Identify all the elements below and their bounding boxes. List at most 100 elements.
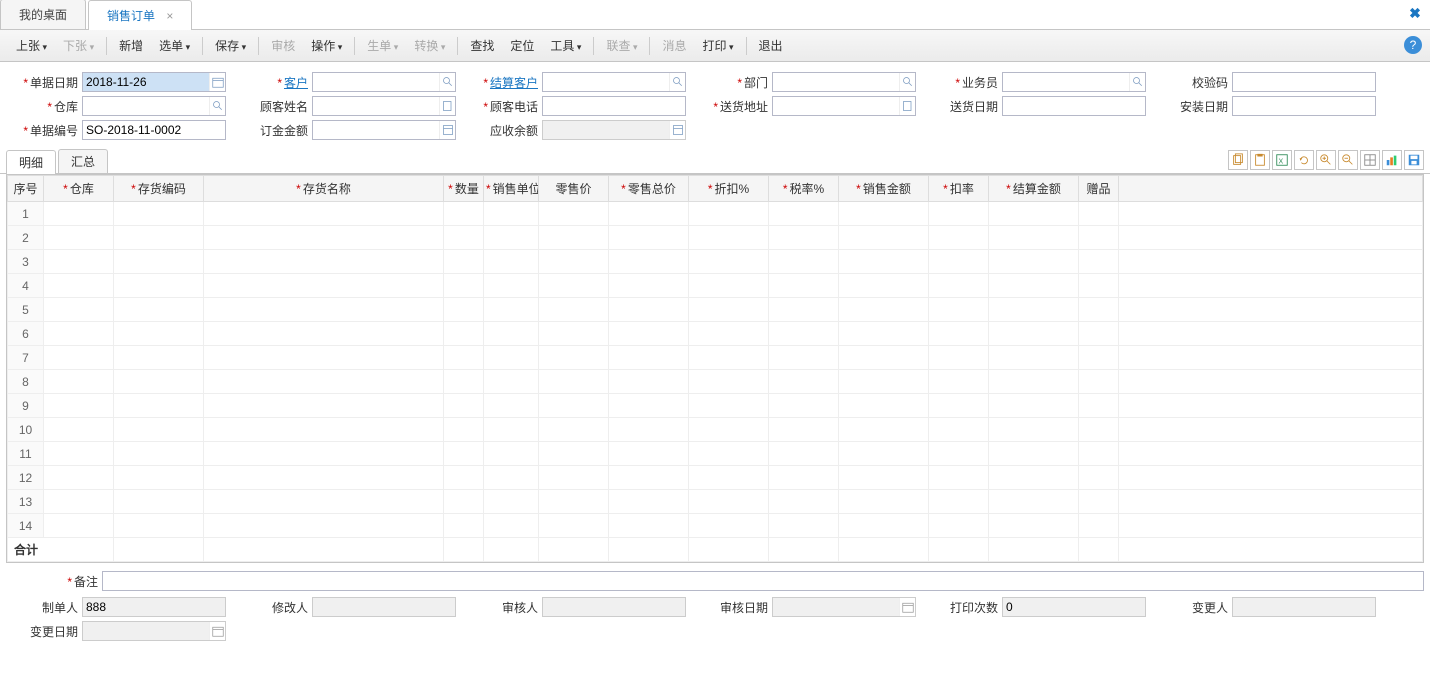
calendar-icon[interactable] (899, 598, 915, 616)
cell[interactable] (689, 514, 769, 538)
col-unit[interactable]: *销售单位 (484, 176, 539, 202)
table-row[interactable]: 13 (8, 490, 1423, 514)
cell[interactable] (1079, 322, 1119, 346)
table-row[interactable]: 14 (8, 514, 1423, 538)
cell[interactable] (609, 466, 689, 490)
cell[interactable] (539, 346, 609, 370)
cell[interactable] (204, 322, 444, 346)
cell[interactable] (609, 322, 689, 346)
cell[interactable] (484, 514, 539, 538)
cell[interactable] (989, 250, 1079, 274)
cell[interactable] (929, 298, 989, 322)
tb-save[interactable]: 保存 (207, 33, 254, 58)
cell[interactable] (44, 370, 114, 394)
cell[interactable] (114, 226, 204, 250)
cell[interactable] (114, 298, 204, 322)
input-cust-phone[interactable] (542, 96, 686, 116)
cell[interactable] (609, 346, 689, 370)
col-qty[interactable]: *数量 (444, 176, 484, 202)
cell[interactable] (769, 298, 839, 322)
cell[interactable] (989, 466, 1079, 490)
cell[interactable] (114, 466, 204, 490)
tb-print[interactable]: 打印 (695, 33, 742, 58)
cell[interactable] (769, 514, 839, 538)
cell[interactable] (769, 250, 839, 274)
cell[interactable] (689, 202, 769, 226)
cell[interactable] (989, 490, 1079, 514)
col-inv-name[interactable]: *存货名称 (204, 176, 444, 202)
tab-desktop[interactable]: 我的桌面 (0, 0, 86, 29)
cell[interactable] (114, 322, 204, 346)
cell[interactable] (114, 202, 204, 226)
input-warehouse[interactable] (82, 96, 226, 116)
search-icon[interactable] (669, 73, 685, 91)
tab-sales-order[interactable]: 销售订单 × (88, 0, 192, 30)
cell[interactable] (1079, 226, 1119, 250)
input-ship-date[interactable] (1002, 96, 1146, 116)
cell[interactable] (929, 226, 989, 250)
cell[interactable] (1119, 298, 1423, 322)
cell[interactable] (1079, 490, 1119, 514)
cell[interactable] (539, 202, 609, 226)
cell[interactable] (839, 370, 929, 394)
cell[interactable] (44, 490, 114, 514)
table-row[interactable]: 2 (8, 226, 1423, 250)
help-icon[interactable]: ? (1404, 36, 1422, 54)
cell[interactable] (1079, 442, 1119, 466)
cell[interactable] (689, 274, 769, 298)
cell[interactable] (1079, 418, 1119, 442)
cell[interactable] (44, 274, 114, 298)
col-deduct[interactable]: *扣率 (929, 176, 989, 202)
cell[interactable] (769, 346, 839, 370)
cell[interactable] (44, 466, 114, 490)
input-check-code[interactable] (1232, 72, 1376, 92)
col-gift[interactable]: 赠品 (1079, 176, 1119, 202)
cell[interactable] (444, 442, 484, 466)
cell[interactable] (929, 346, 989, 370)
cell[interactable] (839, 274, 929, 298)
cell[interactable] (1079, 250, 1119, 274)
cell[interactable] (444, 322, 484, 346)
col-seq[interactable]: 序号 (8, 176, 44, 202)
col-discount-pct[interactable]: *折扣% (689, 176, 769, 202)
cell[interactable] (769, 418, 839, 442)
cell[interactable] (1119, 442, 1423, 466)
cell[interactable] (839, 394, 929, 418)
tb-add[interactable]: 新增 (111, 33, 151, 58)
search-icon[interactable] (899, 73, 915, 91)
cell[interactable] (989, 298, 1079, 322)
cell[interactable] (204, 298, 444, 322)
input-deposit[interactable] (312, 120, 456, 140)
cell[interactable] (44, 418, 114, 442)
cell[interactable] (929, 490, 989, 514)
cell[interactable] (1119, 226, 1423, 250)
cell[interactable] (609, 490, 689, 514)
tb-operate[interactable]: 操作 (303, 33, 350, 58)
cell[interactable] (689, 298, 769, 322)
table-row[interactable]: 5 (8, 298, 1423, 322)
calendar-icon[interactable] (209, 73, 225, 91)
cell[interactable] (44, 322, 114, 346)
cell[interactable] (689, 490, 769, 514)
cell[interactable] (609, 202, 689, 226)
cell[interactable] (1119, 466, 1423, 490)
cell[interactable] (609, 226, 689, 250)
cell[interactable] (839, 418, 929, 442)
tb-locate[interactable]: 定位 (502, 33, 542, 58)
cell[interactable] (839, 226, 929, 250)
label-settle-cust[interactable]: 结算客户 (490, 76, 538, 90)
cell[interactable] (689, 466, 769, 490)
cell[interactable] (484, 490, 539, 514)
cell[interactable] (929, 370, 989, 394)
cell[interactable] (609, 418, 689, 442)
cell[interactable] (769, 490, 839, 514)
cell[interactable] (484, 274, 539, 298)
cell[interactable] (989, 274, 1079, 298)
table-row[interactable]: 7 (8, 346, 1423, 370)
panel-close-icon[interactable]: ✖ (1406, 4, 1424, 22)
input-doc-no[interactable] (82, 120, 226, 140)
cell[interactable] (609, 298, 689, 322)
cell[interactable] (539, 466, 609, 490)
cell[interactable] (204, 394, 444, 418)
cell[interactable] (44, 202, 114, 226)
